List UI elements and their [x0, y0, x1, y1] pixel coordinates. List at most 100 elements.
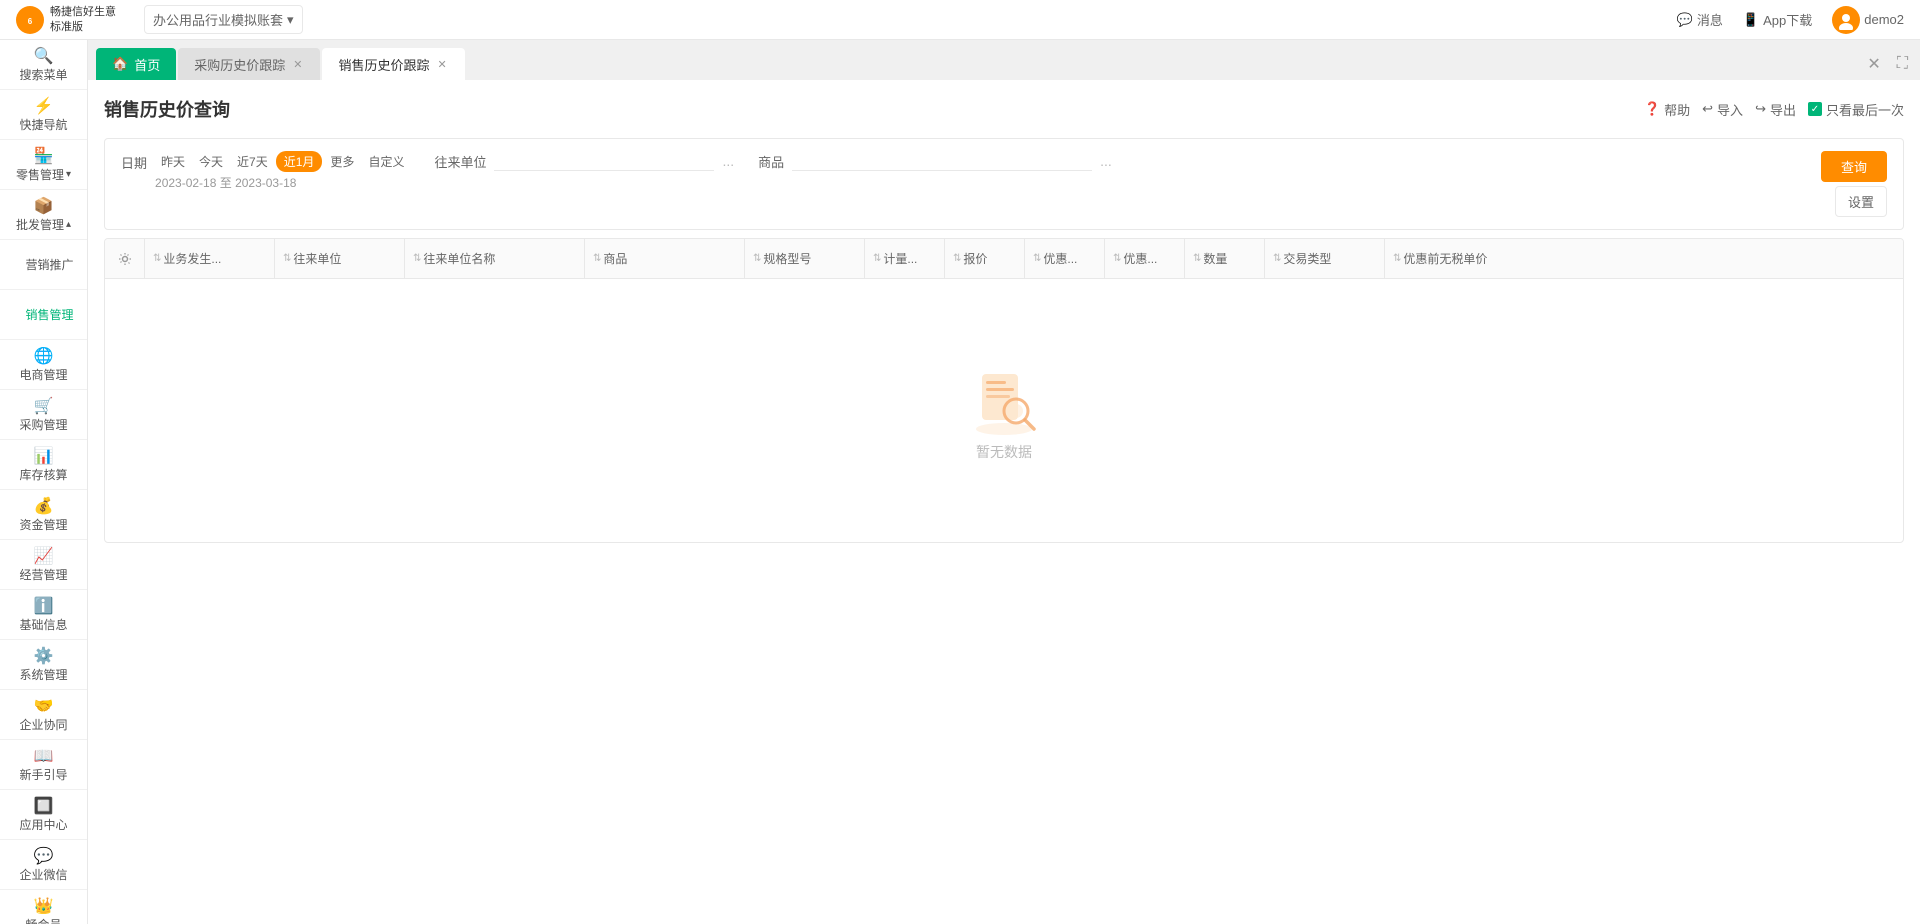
sidebar-item-enterprise-agreement[interactable]: 🤝 企业协同: [0, 690, 87, 740]
sidebar-item-purchase-mgmt[interactable]: 🛒 采购管理: [0, 390, 87, 440]
goods-input-dots[interactable]: ...: [1100, 153, 1112, 169]
import-icon: ↩: [1702, 101, 1713, 117]
export-icon: ↪: [1755, 101, 1766, 117]
sidebar-item-quick-nav[interactable]: ⚡ 快捷导航: [0, 90, 87, 140]
purchase-icon: 🛒: [34, 396, 54, 416]
message-action[interactable]: 💬 消息: [1677, 10, 1723, 29]
only-last-checkbox-label[interactable]: ✓ 只看最后一次: [1808, 100, 1904, 119]
guide-icon: 📖: [34, 746, 54, 766]
sidebar-item-finance-mgmt[interactable]: 💰 资金管理: [0, 490, 87, 540]
logo-icon: 6: [16, 6, 44, 34]
sort-icon: ⇅: [1393, 253, 1401, 264]
sidebar-item-system-mgmt[interactable]: ⚙️ 系统管理: [0, 640, 87, 690]
nav-icon: ⚡: [34, 96, 54, 116]
partner-input-dots[interactable]: ...: [722, 153, 734, 169]
th-settings[interactable]: [105, 239, 145, 278]
th-discount1[interactable]: ⇅ 优惠...: [1025, 239, 1105, 278]
tab-purchase-history-close[interactable]: ✕: [291, 56, 304, 73]
sidebar-item-operations-mgmt[interactable]: 📈 经营管理: [0, 540, 87, 590]
tabs-right-actions: ✕ ⛶: [1863, 52, 1912, 80]
th-date[interactable]: ⇅ 业务发生...: [145, 239, 275, 278]
th-tax-price[interactable]: ⇅ 优惠前无税单价: [1385, 239, 1903, 278]
avatar: [1832, 6, 1860, 34]
sidebar-item-sales-mgmt[interactable]: 销售管理: [0, 290, 87, 340]
sort-icon: ⇅: [413, 253, 421, 264]
message-icon: 💬: [1677, 12, 1693, 28]
empty-text: 暂无数据: [976, 442, 1032, 462]
th-unit[interactable]: ⇅ 计量...: [865, 239, 945, 278]
sidebar-item-retail-mgmt[interactable]: 🏪 零售管理 ▾: [0, 140, 87, 190]
date-options-group: 昨天 今天 近7天 近1月 更多 自定义 2023-02-18 至 2023-0…: [155, 151, 410, 191]
tab-home[interactable]: 🏠 首页: [96, 48, 176, 80]
sort-icon: ⇅: [593, 253, 601, 264]
logo-text: 畅捷信好生意 标准版: [50, 5, 116, 34]
partner-input[interactable]: [494, 151, 714, 171]
search-icon: 🔍: [34, 46, 54, 66]
app-center-icon: 🔲: [34, 796, 54, 816]
sidebar-item-search-menu[interactable]: 🔍 搜索菜单: [0, 40, 87, 90]
app-selector-label: 办公用品行业模拟账套: [153, 10, 283, 29]
sidebar-item-app-center[interactable]: 🔲 应用中心: [0, 790, 87, 840]
th-partner-code[interactable]: ⇅ 往来单位: [275, 239, 405, 278]
date-buttons-row: 昨天 今天 近7天 近1月 更多 自定义: [155, 151, 410, 172]
goods-input[interactable]: [792, 151, 1092, 171]
empty-state: 暂无数据: [105, 279, 1903, 542]
sort-icon: ⇅: [953, 253, 961, 264]
date-btn-yesterday[interactable]: 昨天: [155, 151, 191, 172]
query-button[interactable]: 查询: [1821, 151, 1887, 182]
chevron-down-icon: ▾: [66, 169, 71, 180]
tab-close-all-icon[interactable]: ✕: [1863, 52, 1884, 76]
settings-button[interactable]: 设置: [1835, 186, 1887, 217]
help-button[interactable]: ❓ 帮助: [1644, 100, 1690, 119]
page-actions: ❓ 帮助 ↩ 导入 ↪ 导出 ✓ 只看最后一次: [1644, 100, 1904, 119]
sidebar-item-member-club[interactable]: 👑 畅会员: [0, 890, 87, 924]
app-selector[interactable]: 办公用品行业模拟账套 ▾: [144, 5, 303, 34]
goods-filter-label: 商品: [758, 152, 784, 171]
chevron-up-icon: ▴: [66, 219, 71, 230]
date-btn-last7days[interactable]: 近7天: [231, 151, 274, 172]
page-title: 销售历史价查询: [104, 96, 230, 122]
sidebar-item-beginner-guide[interactable]: 📖 新手引导: [0, 740, 87, 790]
th-partner-name[interactable]: ⇅ 往来单位名称: [405, 239, 585, 278]
tab-sales-history[interactable]: 销售历史价跟踪 ✕: [322, 48, 464, 80]
retail-icon: 🏪: [34, 146, 54, 166]
date-btn-more[interactable]: 更多: [324, 151, 360, 172]
th-spec[interactable]: ⇅ 规格型号: [745, 239, 865, 278]
partner-filter-label: 往来单位: [434, 152, 486, 171]
checkbox-checked-icon: ✓: [1808, 102, 1822, 116]
tab-fullscreen-icon[interactable]: ⛶: [1893, 53, 1912, 75]
export-button[interactable]: ↪ 导出: [1755, 100, 1796, 119]
sort-icon: ⇅: [1273, 253, 1281, 264]
sidebar-item-marketing[interactable]: 营销推广: [0, 240, 87, 290]
tab-purchase-history[interactable]: 采购历史价跟踪 ✕: [178, 48, 320, 80]
sidebar-item-basic-info[interactable]: ℹ️ 基础信息: [0, 590, 87, 640]
svg-text:6: 6: [28, 17, 33, 26]
th-price[interactable]: ⇅ 报价: [945, 239, 1025, 278]
app-download-action[interactable]: 📱 App下载: [1743, 10, 1812, 29]
th-goods[interactable]: ⇅ 商品: [585, 239, 745, 278]
ecommerce-icon: 🌐: [34, 346, 54, 366]
sort-icon: ⇅: [283, 253, 291, 264]
sidebar-item-inventory-check[interactable]: 📊 库存核算: [0, 440, 87, 490]
th-trade-type[interactable]: ⇅ 交易类型: [1265, 239, 1385, 278]
date-filter-section: 日期 昨天 今天 近7天 近1月 更多 自定义 2023-02-18 至 202…: [121, 151, 410, 191]
th-discount2[interactable]: ⇅ 优惠...: [1105, 239, 1185, 278]
date-btn-today[interactable]: 今天: [193, 151, 229, 172]
finance-icon: 💰: [34, 496, 54, 516]
sidebar-item-wholesale-mgmt[interactable]: 📦 批发管理 ▴: [0, 190, 87, 240]
user-profile[interactable]: demo2: [1832, 6, 1904, 34]
content-area: 🏠 首页 采购历史价跟踪 ✕ 销售历史价跟踪 ✕ ✕ ⛶ 销售历史价查询: [88, 40, 1920, 924]
main-layout: 🔍 搜索菜单 ⚡ 快捷导航 🏪 零售管理 ▾ 📦 批发管理 ▴ 营销推广 销售管…: [0, 40, 1920, 924]
tab-sales-history-close[interactable]: ✕: [435, 56, 448, 73]
header-right: 💬 消息 📱 App下载 demo2: [1677, 6, 1904, 34]
import-button[interactable]: ↩ 导入: [1702, 100, 1743, 119]
sidebar-item-ecommerce-mgmt[interactable]: 🌐 电商管理: [0, 340, 87, 390]
help-icon: ❓: [1644, 101, 1660, 117]
empty-icon: [964, 359, 1044, 442]
sort-icon: ⇅: [873, 253, 881, 264]
date-btn-last1month[interactable]: 近1月: [276, 151, 323, 172]
th-qty[interactable]: ⇅ 数量: [1185, 239, 1265, 278]
date-btn-custom[interactable]: 自定义: [362, 151, 410, 172]
sort-icon: ⇅: [153, 253, 161, 264]
sidebar-item-enterprise-wechat[interactable]: 💬 企业微信: [0, 840, 87, 890]
